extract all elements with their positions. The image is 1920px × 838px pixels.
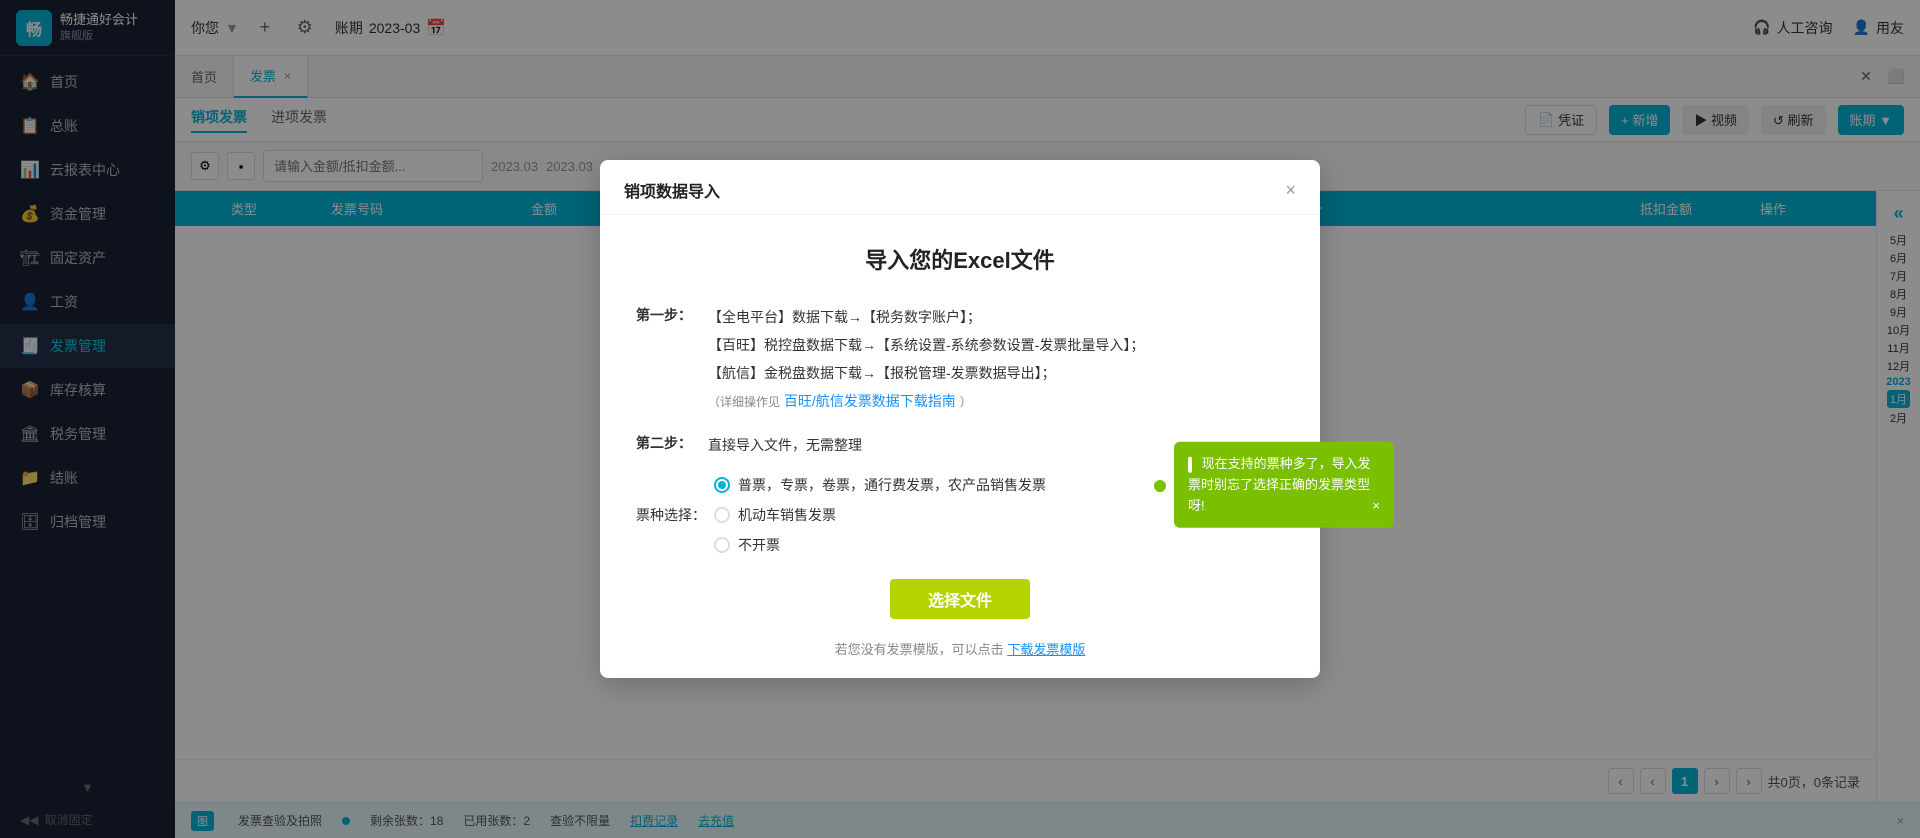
modal-overlay: 销项数据导入 × 导入您的Excel文件 第一步： 【全电平台】数据下载→【税务…: [0, 0, 1920, 838]
tooltip-dot: [1154, 480, 1166, 492]
ticket-select-label: 票种选择：: [636, 505, 706, 525]
ticket-row-wrapper: 票种选择： 普票，专票，卷票，通行费发票，农产品销售发票 现在支持: [636, 475, 1284, 555]
ticket-select: 票种选择： 普票，专票，卷票，通行费发票，农产品销售发票 现在支持: [636, 475, 1284, 555]
tooltip-container: 现在支持的票种多了，导入发票时别忘了选择正确的发票类型呀! ×: [1154, 477, 1166, 493]
ticket-option-motor-label: 机动车销售发票: [738, 505, 836, 525]
ticket-option-none-label: 不开票: [738, 535, 780, 555]
tooltip-bar: [1188, 456, 1192, 472]
import-modal: 销项数据导入 × 导入您的Excel文件 第一步： 【全电平台】数据下载→【税务…: [600, 160, 1320, 678]
modal-footer-note: 若您没有发票模版，可以点击 下载发票模版: [636, 639, 1284, 658]
guide-link[interactable]: 百旺/航信发票数据下载指南: [784, 393, 956, 409]
ticket-option-normal-label: 普票，专票，卷票，通行费发票，农产品销售发票: [738, 475, 1046, 495]
select-file-btn[interactable]: 选择文件: [890, 579, 1030, 619]
step1-note: （详细操作见 百旺/航信发票数据下载指南 ）: [708, 387, 1144, 415]
download-template-link[interactable]: 下载发票模版: [1007, 642, 1085, 657]
tooltip-box: 现在支持的票种多了，导入发票时别忘了选择正确的发票类型呀! ×: [1174, 442, 1394, 528]
step1-row: 第一步： 【全电平台】数据下载→【税务数字账户】； 【百旺】税控盘数据下载→【系…: [636, 303, 1284, 415]
modal-title: 销项数据导入: [624, 178, 720, 202]
step1-label: 第一步：: [636, 305, 708, 415]
modal-header: 销项数据导入 ×: [600, 160, 1320, 215]
ticket-option-motor[interactable]: 机动车销售发票: [714, 505, 1166, 525]
step1-line1: 【全电平台】数据下载→【税务数字账户】；: [708, 303, 1144, 331]
radio-none[interactable]: [714, 537, 730, 553]
step1-line3: 【航信】金税盘数据下载→【报税管理-发票数据导出】；: [708, 359, 1144, 387]
radio-motor[interactable]: [714, 507, 730, 523]
modal-body: 导入您的Excel文件 第一步： 【全电平台】数据下载→【税务数字账户】； 【百…: [600, 215, 1320, 678]
ticket-option-normal[interactable]: 普票，专票，卷票，通行费发票，农产品销售发票 现在支持的票种多了，导入发票时别忘…: [714, 475, 1166, 495]
step1-line2: 【百旺】税控盘数据下载→【系统设置-系统参数设置-发票批量导入】；: [708, 331, 1144, 359]
radio-normal[interactable]: [714, 477, 730, 493]
modal-close-btn[interactable]: ×: [1285, 180, 1296, 201]
step1-content: 【全电平台】数据下载→【税务数字账户】； 【百旺】税控盘数据下载→【系统设置-系…: [708, 303, 1144, 415]
step2-label: 第二步：: [636, 433, 708, 459]
step2-content: 直接导入文件，无需整理: [708, 431, 862, 459]
ticket-option-none[interactable]: 不开票: [714, 535, 1166, 555]
modal-big-title: 导入您的Excel文件: [636, 243, 1284, 275]
tooltip-close-btn[interactable]: ×: [1372, 495, 1380, 516]
tooltip-text: 现在支持的票种多了，导入发票时别忘了选择正确的发票类型呀!: [1188, 456, 1371, 513]
